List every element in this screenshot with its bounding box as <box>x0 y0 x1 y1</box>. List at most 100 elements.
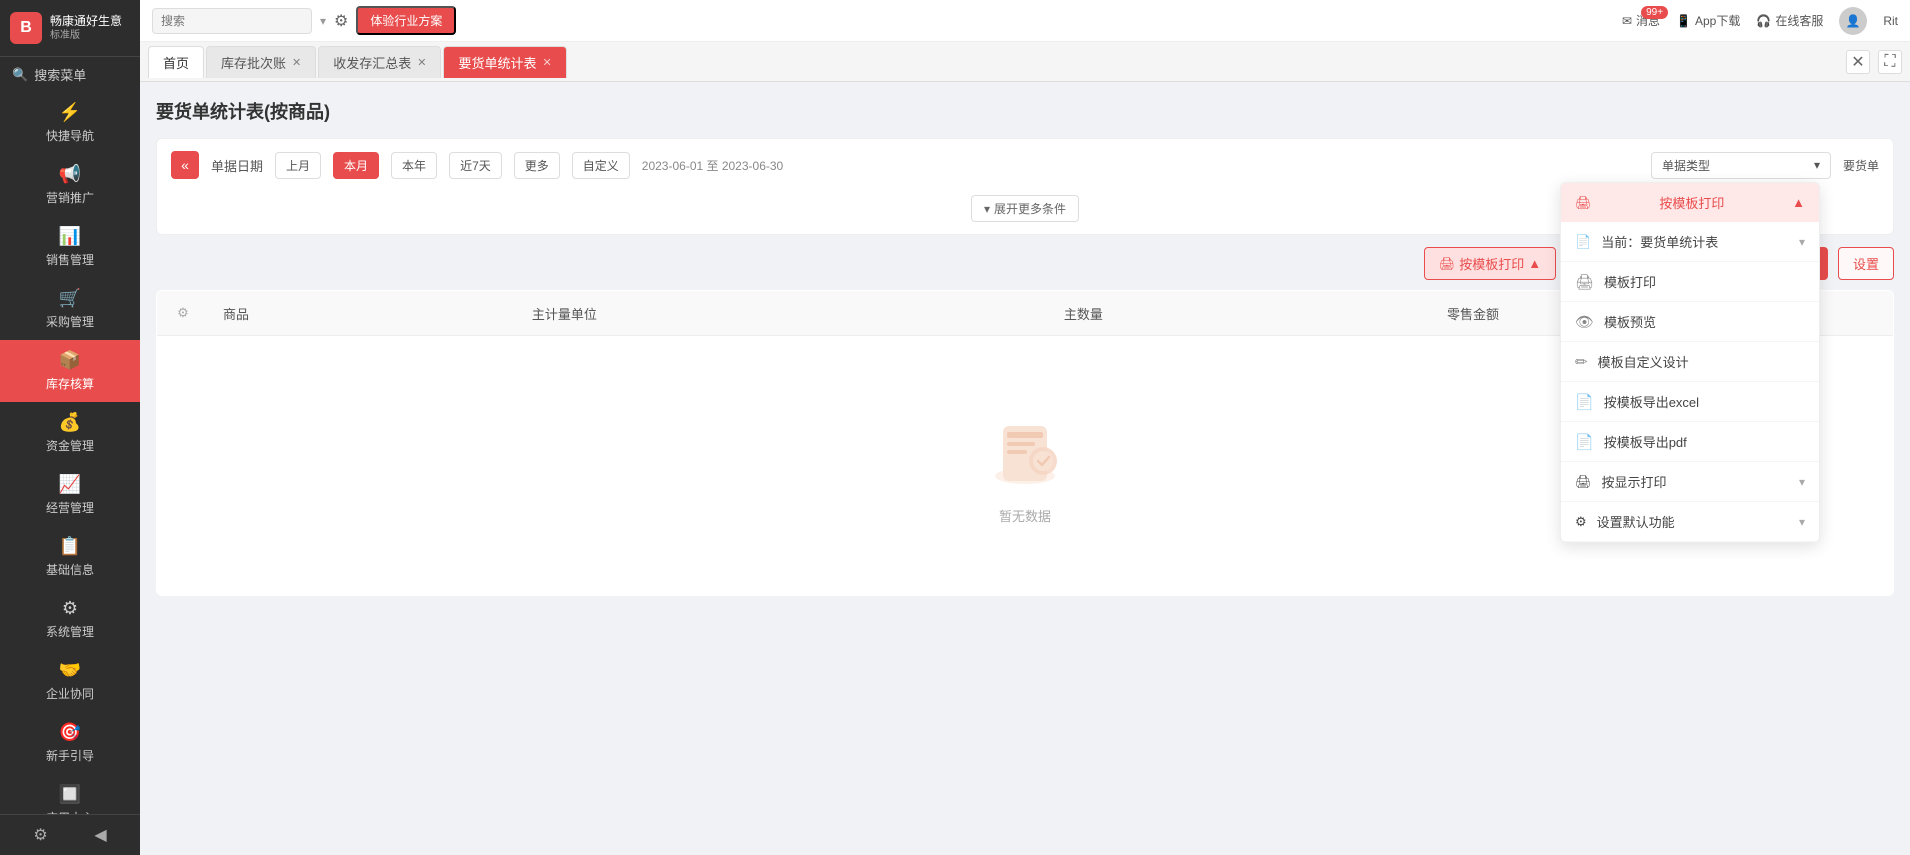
display-print-icon: 🖨 <box>1575 474 1592 490</box>
dropdown-header: 🖨 按模板打印 ▲ <box>1561 183 1819 222</box>
sidebar-item-sales[interactable]: 📊 销售管理 <box>0 216 140 278</box>
dropdown-title: 按模板打印 <box>1659 193 1724 212</box>
logo-icon: B <box>10 12 42 44</box>
quick-nav-icon: ⚡ <box>59 102 81 123</box>
topbar-chevron-icon[interactable]: ▾ <box>320 14 326 28</box>
date-btn-more[interactable]: 更多 <box>514 152 560 179</box>
close-tab-btn[interactable]: ✕ <box>1846 50 1870 74</box>
tabbar: 首页 库存批次账 ✕ 收发存汇总表 ✕ 要货单统计表 ✕ ✕ ⛶ <box>140 42 1910 82</box>
display-print-arrow: ▾ <box>1799 475 1805 489</box>
sidebar-collapse-btn[interactable]: ◀ <box>94 825 106 845</box>
sidebar-footer: ⚙ ◀ <box>0 814 140 855</box>
print-chevron-up-icon: ▲ <box>1528 256 1541 271</box>
order-goods-label: 要货单 <box>1843 157 1879 174</box>
dropdown-item-export-pdf[interactable]: 📄 按模板导出pdf <box>1561 422 1819 462</box>
set-default-arrow: ▾ <box>1799 515 1805 529</box>
maximize-btn[interactable]: ⛶ <box>1878 50 1902 74</box>
search-menu[interactable]: 🔍 搜索菜单 <box>0 57 140 92</box>
online-service-button[interactable]: 🎧 在线客服 <box>1756 12 1823 29</box>
topbar-settings-icon[interactable]: ⚙ <box>334 11 348 31</box>
template-preview-icon: 👁 <box>1575 313 1594 331</box>
sidebar-item-system[interactable]: ⚙ 系统管理 <box>0 588 140 650</box>
dropdown-item-template-custom[interactable]: ✏ 模板自定义设计 <box>1561 342 1819 382</box>
message-badge: 99+ <box>1641 6 1668 19</box>
table-column-settings-button[interactable]: ⚙ <box>171 301 195 325</box>
filter-toggle-button[interactable]: « <box>171 151 199 179</box>
sidebar-item-marketing[interactable]: 📢 营销推广 <box>0 154 140 216</box>
expand-filter-button[interactable]: ▾ 展开更多条件 <box>971 195 1079 222</box>
app-download-button[interactable]: 📱 App下载 <box>1676 12 1740 29</box>
user-avatar[interactable]: 👤 <box>1839 7 1867 35</box>
sidebar-item-purchase[interactable]: 🛒 采购管理 <box>0 278 140 340</box>
dropdown-collapse-icon[interactable]: ▲ <box>1792 195 1805 210</box>
filter-row: « 单据日期 上月 本月 本年 近7天 更多 自定义 2023-06-01 至 … <box>171 151 1879 179</box>
empty-text: 暂无数据 <box>999 506 1051 525</box>
sidebar-item-guide[interactable]: 🎯 新手引导 <box>0 712 140 774</box>
dropdown-item-export-excel[interactable]: 📄 按模板导出excel <box>1561 382 1819 422</box>
topbar-right: ✉ 消息 99+ 📱 App下载 🎧 在线客服 👤 Rit <box>1622 7 1898 35</box>
app-download-icon: 📱 <box>1676 14 1691 28</box>
tab-close-receipt-summary[interactable]: ✕ <box>417 56 426 69</box>
export-pdf-icon: 📄 <box>1575 433 1594 451</box>
dropdown-header-icon: 🖨 <box>1575 195 1592 211</box>
sidebar: B 畅康通好生意 标准版 🔍 搜索菜单 ⚡ 快捷导航 📢 营销推广 📊 销售管理… <box>0 0 140 855</box>
date-btn-7days[interactable]: 近7天 <box>449 152 502 179</box>
sidebar-item-inventory[interactable]: 📦 库存核算 <box>0 340 140 402</box>
dropdown-set-default[interactable]: ⚙ 设置默认功能 ▾ <box>1561 502 1819 542</box>
inventory-icon: 📦 <box>59 350 81 371</box>
sidebar-item-operations[interactable]: 📈 经营管理 <box>0 464 140 526</box>
date-range-display: 2023-06-01 至 2023-06-30 <box>642 157 783 174</box>
enterprise-icon: 🤝 <box>59 660 81 681</box>
tabbar-right: ✕ ⛶ <box>1846 50 1902 74</box>
page-title: 要货单统计表(按商品) <box>156 98 1894 124</box>
guide-icon: 🎯 <box>59 722 81 743</box>
topbar-search-input[interactable] <box>152 8 312 34</box>
date-label: 单据日期 <box>211 156 263 175</box>
operations-icon: 📈 <box>59 474 81 495</box>
tab-receipt-summary[interactable]: 收发存汇总表 ✕ <box>318 46 441 78</box>
sidebar-nav: ⚡ 快捷导航 📢 营销推广 📊 销售管理 🛒 采购管理 📦 库存核算 💰 资金管… <box>0 92 140 814</box>
basic-icon: 📋 <box>59 536 81 557</box>
current-template-arrow: ▾ <box>1799 235 1805 249</box>
tab-order-stats[interactable]: 要货单统计表 ✕ <box>443 46 566 78</box>
app-name: 畅康通好生意 标准版 <box>50 13 122 44</box>
purchase-icon: 🛒 <box>59 288 81 309</box>
message-button[interactable]: ✉ 消息 99+ <box>1622 12 1660 29</box>
date-btn-this-year[interactable]: 本年 <box>391 152 437 179</box>
col-goods: 商品 <box>209 291 518 336</box>
order-type-select[interactable]: 单据类型 ▾ <box>1651 152 1831 179</box>
settings-button[interactable]: 设置 <box>1838 247 1894 280</box>
date-btn-custom[interactable]: 自定义 <box>572 152 630 179</box>
template-print-icon: 🖨 <box>1575 273 1594 291</box>
dropdown-item-template-preview[interactable]: 👁 模板预览 <box>1561 302 1819 342</box>
main-content: ▾ ⚙ 体验行业方案 ✉ 消息 99+ 📱 App下载 🎧 在线客服 👤 Rit… <box>140 0 1910 855</box>
col-quantity: 主数量 <box>1050 291 1433 336</box>
search-icon: 🔍 <box>12 67 28 83</box>
apps-icon: 🔲 <box>59 784 81 805</box>
online-service-icon: 🎧 <box>1756 14 1771 28</box>
print-dropdown-menu: 🖨 按模板打印 ▲ 📄 当前：要货单统计表 ▾ 🖨 模板打印 👁 模板预览 <box>1560 182 1820 543</box>
date-btn-prev-month[interactable]: 上月 <box>275 152 321 179</box>
sidebar-item-basic[interactable]: 📋 基础信息 <box>0 526 140 588</box>
col-unit: 主计量单位 <box>518 291 1050 336</box>
promo-button[interactable]: 体验行业方案 <box>356 6 456 35</box>
sidebar-item-finance[interactable]: 💰 资金管理 <box>0 402 140 464</box>
finance-icon: 💰 <box>59 412 81 433</box>
print-template-button[interactable]: 🖨 按模板打印 ▲ <box>1424 247 1556 280</box>
tab-inventory-batch[interactable]: 库存批次账 ✕ <box>206 46 316 78</box>
dropdown-current-template[interactable]: 📄 当前：要货单统计表 ▾ <box>1561 222 1819 262</box>
date-btn-this-month[interactable]: 本月 <box>333 152 379 179</box>
tab-home[interactable]: 首页 <box>148 46 204 78</box>
print-icon: 🖨 <box>1439 256 1456 272</box>
sidebar-settings-btn[interactable]: ⚙ <box>33 825 47 845</box>
sidebar-item-quick-nav[interactable]: ⚡ 快捷导航 <box>0 92 140 154</box>
tab-close-order-stats[interactable]: ✕ <box>543 56 552 69</box>
sidebar-item-enterprise[interactable]: 🤝 企业协同 <box>0 650 140 712</box>
export-excel-icon: 📄 <box>1575 393 1594 411</box>
dropdown-display-print[interactable]: 🖨 按显示打印 ▾ <box>1561 462 1819 502</box>
tab-close-inventory-batch[interactable]: ✕ <box>292 56 301 69</box>
sales-icon: 📊 <box>59 226 81 247</box>
dropdown-item-template-print[interactable]: 🖨 模板打印 <box>1561 262 1819 302</box>
sidebar-item-apps[interactable]: 🔲 应用中心 <box>0 774 140 814</box>
expand-icon: ▾ <box>984 202 990 216</box>
